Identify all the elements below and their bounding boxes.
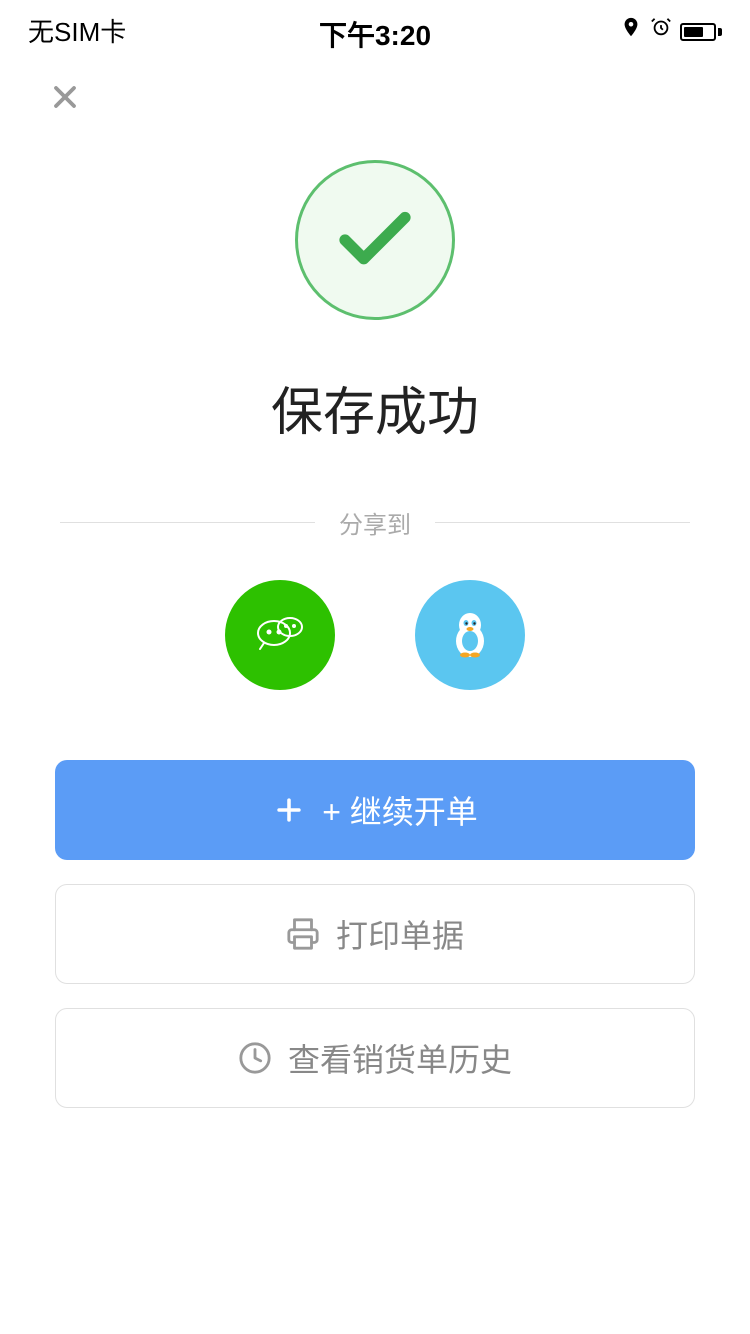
status-time: 下午3:20 [319, 14, 431, 54]
alarm-icon [650, 16, 672, 45]
status-left: 无SIM卡 [28, 12, 136, 49]
main-content: 保存成功 分享到 [0, 60, 750, 1108]
divider-line-right [435, 522, 690, 523]
share-label: 分享到 [315, 505, 435, 540]
history-label: 查看销货单历史 [288, 1035, 512, 1081]
battery-icon [680, 16, 722, 44]
carrier-label: 无SIM卡 [28, 12, 126, 49]
divider-line-left [60, 522, 315, 523]
share-divider: 分享到 [0, 505, 750, 540]
continue-label: + 继续开单 [322, 787, 478, 833]
continue-button[interactable]: + 继续开单 [55, 760, 695, 860]
status-bar: 无SIM卡 下午3:20 [0, 0, 750, 60]
success-icon-circle [295, 160, 455, 320]
close-button[interactable] [40, 72, 90, 122]
success-title: 保存成功 [271, 370, 479, 445]
history-button[interactable]: 查看销货单历史 [55, 1008, 695, 1108]
share-icons-row [225, 580, 525, 690]
status-right [620, 16, 722, 45]
location-icon [620, 16, 642, 45]
action-buttons: + 继续开单 打印单据 查看销货单历史 [55, 760, 695, 1108]
wechat-share-button[interactable] [225, 580, 335, 690]
qq-share-button[interactable] [415, 580, 525, 690]
print-label: 打印单据 [336, 911, 464, 957]
print-button[interactable]: 打印单据 [55, 884, 695, 984]
